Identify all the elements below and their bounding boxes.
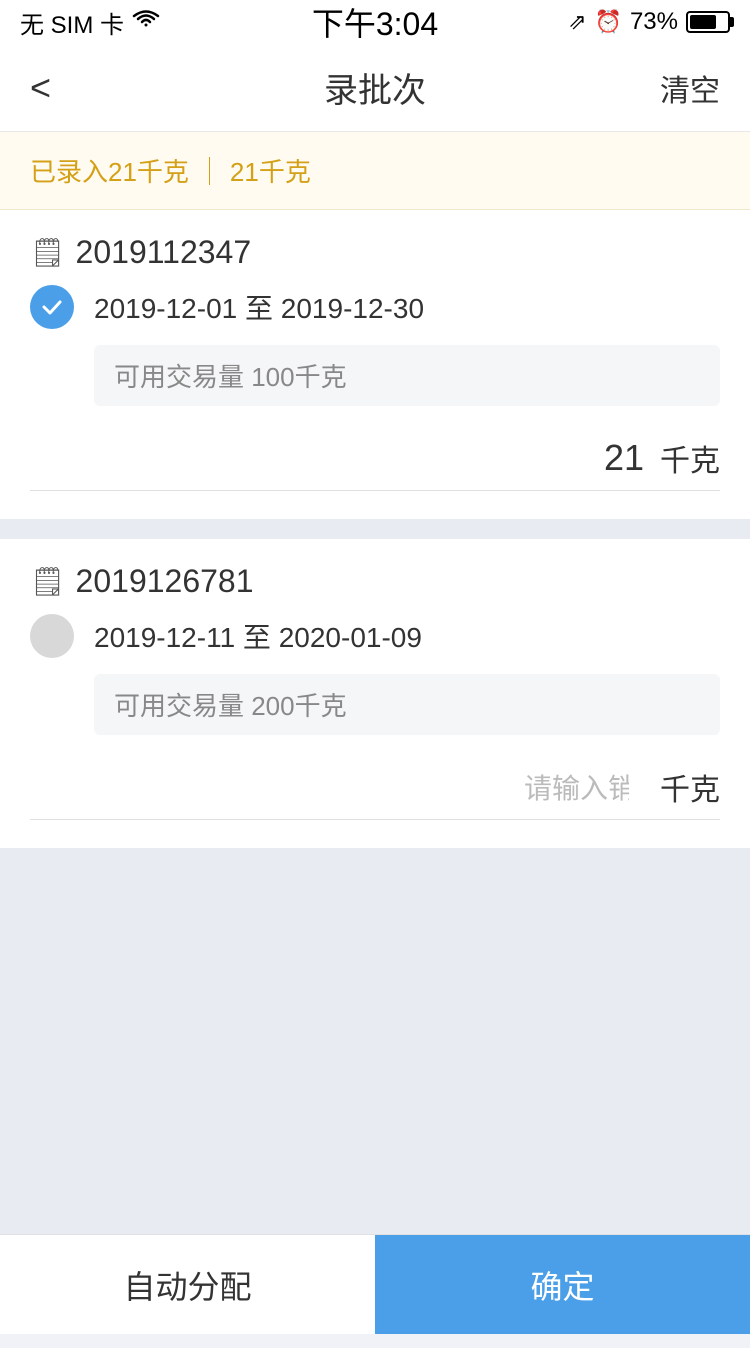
status-time: 下午3:04 [312,0,438,44]
batch-unit-1: 千克 [660,436,720,480]
status-bar: 无 SIM 卡 下午3:04 ⇗ ⏰ 73% [0,0,750,44]
batch-card-2: 🗒 2019126781 2019-12-11 至 2020-01-09 可用交… [0,539,750,848]
back-button[interactable]: < [30,67,51,109]
nav-bar: < 录批次 清空 [0,44,750,132]
carrier-label: 无 SIM 卡 [20,5,124,40]
batch-id-1: 2019112347 [76,234,252,271]
batch-row-1: 2019-12-01 至 2019-12-30 [30,285,720,329]
batch-row-2: 2019-12-11 至 2020-01-09 [30,614,720,658]
batch-qty-1: 可用交易量 100千克 [94,345,720,406]
bottom-bar: 自动分配 确定 [0,1234,750,1334]
batch-date-1: 2019-12-01 至 2019-12-30 [94,287,424,327]
battery-percent: 73% [630,8,678,36]
bottom-spacer [0,848,750,1248]
batch-date-2: 2019-12-11 至 2020-01-09 [94,616,422,656]
info-value: 21千克 [230,152,311,189]
clear-button[interactable]: 清空 [660,66,720,110]
batch-qty-2: 可用交易量 200千克 [94,674,720,735]
batch-doc-icon-1: 🗒 [30,236,66,269]
batch-header-2: 🗒 2019126781 [30,563,720,600]
info-divider [209,157,210,185]
info-banner: 已录入21千克 21千克 [0,132,750,210]
batch-header-1: 🗒 2019112347 [30,234,720,271]
location-icon: ⇗ [568,9,586,35]
batch-input-row-2[interactable]: 千克 [30,755,720,820]
uncheck-circle-2[interactable] [30,614,74,658]
confirm-button[interactable]: 确定 [375,1235,750,1334]
battery-icon [686,11,730,33]
batch-filled-value-1: 21 [604,437,644,479]
page-title: 录批次 [324,63,426,112]
auto-distribute-button[interactable]: 自动分配 [0,1235,375,1334]
status-left: 无 SIM 卡 [20,5,160,40]
batch-card-1: 🗒 2019112347 2019-12-01 至 2019-12-30 可用交… [0,210,750,519]
check-circle-1[interactable] [30,285,74,329]
batch-doc-icon-2: 🗒 [30,565,66,598]
batch-qty-input-2[interactable] [524,769,644,806]
section-divider [0,519,750,539]
wifi-icon [132,8,160,36]
alarm-icon: ⏰ [595,9,622,35]
batch-id-2: 2019126781 [76,563,254,600]
recorded-label: 已录入21千克 [30,152,189,189]
batch-unit-2: 千克 [660,765,720,809]
batch-input-row-1: 21 千克 [30,426,720,491]
status-right: ⇗ ⏰ 73% [568,8,730,36]
